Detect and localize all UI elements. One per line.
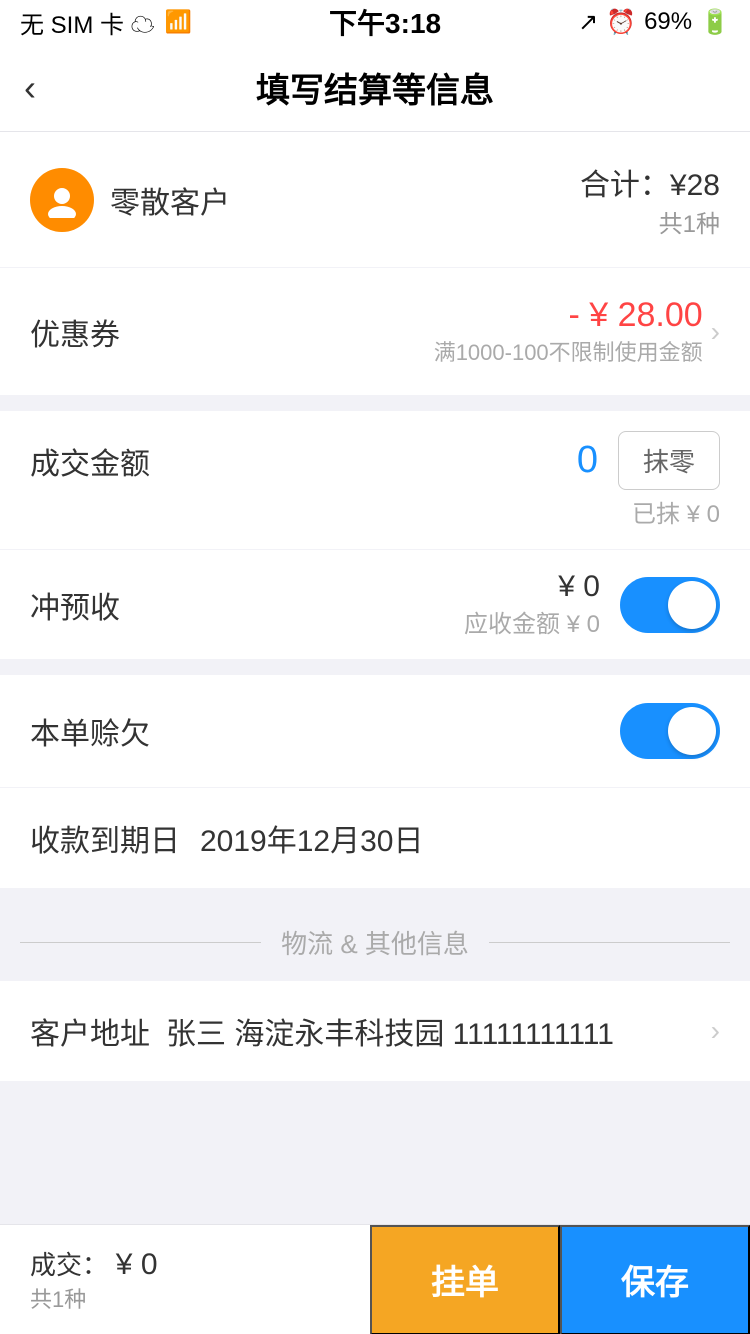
back-button[interactable]: ‹ xyxy=(24,67,36,109)
coupon-values: - ¥ 28.00 满1000-100不限制使用金额 xyxy=(434,296,703,367)
save-button[interactable]: 保存 xyxy=(560,1225,750,1334)
bottom-bar: 成交： ¥ 0 共1种 挂单 保存 xyxy=(0,1224,750,1334)
bottom-deal-row: 成交： ¥ 0 xyxy=(30,1245,340,1282)
bottom-count: 共1种 xyxy=(30,1282,340,1314)
battery-icon: 🔋 xyxy=(700,8,730,37)
status-right: ↗ ⏰ 69% 🔋 xyxy=(578,8,730,37)
coupon-discount: - ¥ 28.00 xyxy=(434,296,703,335)
deal-amount: 0 xyxy=(577,439,598,482)
debt-toggle-knob xyxy=(668,707,716,755)
deal-row: 成交金额 0 抹零 已抹 ¥ 0 xyxy=(0,411,750,549)
battery-text: 69% xyxy=(644,8,692,36)
customer-section: 零散客户 合计：¥28 共1种 优惠券 - ¥ 28.00 满1000-100不… xyxy=(0,132,750,395)
prepay-right: ¥ 0 应收金额 ¥ 0 xyxy=(464,570,720,639)
location-icon: ↗ xyxy=(578,8,598,37)
customer-row: 零散客户 合计：¥28 共1种 xyxy=(0,132,750,267)
bottom-deal-label: 成交： xyxy=(30,1250,108,1280)
deal-right: 0 抹零 xyxy=(577,431,720,490)
debt-toggle[interactable] xyxy=(620,703,720,759)
hang-button[interactable]: 挂单 xyxy=(370,1225,560,1334)
coupon-row[interactable]: 优惠券 - ¥ 28.00 满1000-100不限制使用金额 › xyxy=(0,267,750,395)
deal-sub: 已抹 ¥ 0 xyxy=(30,494,720,529)
debt-section: 本单赊欠 收款到期日 2019年12月30日 xyxy=(0,675,750,888)
prepay-amounts: ¥ 0 应收金额 ¥ 0 xyxy=(464,570,600,639)
prepay-amount: ¥ 0 xyxy=(464,570,600,604)
logistics-text: 物流 & 其他信息 xyxy=(281,924,469,961)
prepay-toggle[interactable] xyxy=(620,577,720,633)
address-value: 张三 海淀永丰科技园 11111111111 xyxy=(150,1009,711,1053)
logistics-line-right xyxy=(489,942,730,943)
customer-left: 零散客户 xyxy=(30,168,230,232)
deal-section: 成交金额 0 抹零 已抹 ¥ 0 冲预收 ¥ 0 应收金额 ¥ 0 xyxy=(0,411,750,659)
prepay-sub: 应收金额 ¥ 0 xyxy=(464,604,600,639)
round-button[interactable]: 抹零 xyxy=(618,431,720,490)
prepay-row: 冲预收 ¥ 0 应收金额 ¥ 0 xyxy=(0,549,750,659)
alarm-icon: ⏰ xyxy=(606,8,636,37)
due-date-row: 收款到期日 2019年12月30日 xyxy=(0,787,750,888)
page-title: 填写结算等信息 xyxy=(256,63,494,112)
address-section: 客户地址 张三 海淀永丰科技园 11111111111 › xyxy=(0,981,750,1081)
due-date-label: 收款到期日 xyxy=(30,816,180,860)
coupon-right: - ¥ 28.00 满1000-100不限制使用金额 › xyxy=(434,296,720,367)
due-date-value: 2019年12月30日 xyxy=(200,816,423,860)
bottom-deal-amount: ¥ 0 xyxy=(116,1248,158,1281)
address-label: 客户地址 xyxy=(30,1009,150,1053)
avatar xyxy=(30,168,94,232)
logistics-header: 物流 & 其他信息 xyxy=(0,904,750,981)
wifi-icon: 📶 xyxy=(165,9,192,35)
customer-count: 共1种 xyxy=(580,204,720,239)
status-bar: 无 SIM 卡 ☁ 📶 下午3:18 ↗ ⏰ 69% 🔋 xyxy=(0,0,750,44)
status-time: 下午3:18 xyxy=(329,2,441,42)
debt-label: 本单赊欠 xyxy=(30,709,150,753)
bottom-left: 成交： ¥ 0 共1种 xyxy=(0,1245,370,1314)
logistics-line-left xyxy=(20,942,261,943)
address-row[interactable]: 客户地址 张三 海淀永丰科技园 11111111111 › xyxy=(0,981,750,1081)
address-chevron-icon: › xyxy=(711,1015,720,1047)
customer-right: 合计：¥28 共1种 xyxy=(580,160,720,239)
coupon-label: 优惠券 xyxy=(30,310,120,354)
coupon-desc: 满1000-100不限制使用金额 xyxy=(434,335,703,367)
deal-top: 成交金额 0 抹零 xyxy=(30,431,720,490)
customer-name: 零散客户 xyxy=(110,178,230,222)
no-sim-text: 无 SIM 卡 ☁ xyxy=(20,5,155,40)
chevron-right-icon: › xyxy=(711,316,720,348)
customer-total: 合计：¥28 xyxy=(580,160,720,204)
debt-row: 本单赊欠 xyxy=(0,675,750,787)
toggle-knob xyxy=(668,581,716,629)
status-left: 无 SIM 卡 ☁ 📶 xyxy=(20,5,192,40)
prepay-label: 冲预收 xyxy=(30,583,120,627)
deal-label: 成交金额 xyxy=(30,439,150,483)
nav-bar: ‹ 填写结算等信息 xyxy=(0,44,750,132)
